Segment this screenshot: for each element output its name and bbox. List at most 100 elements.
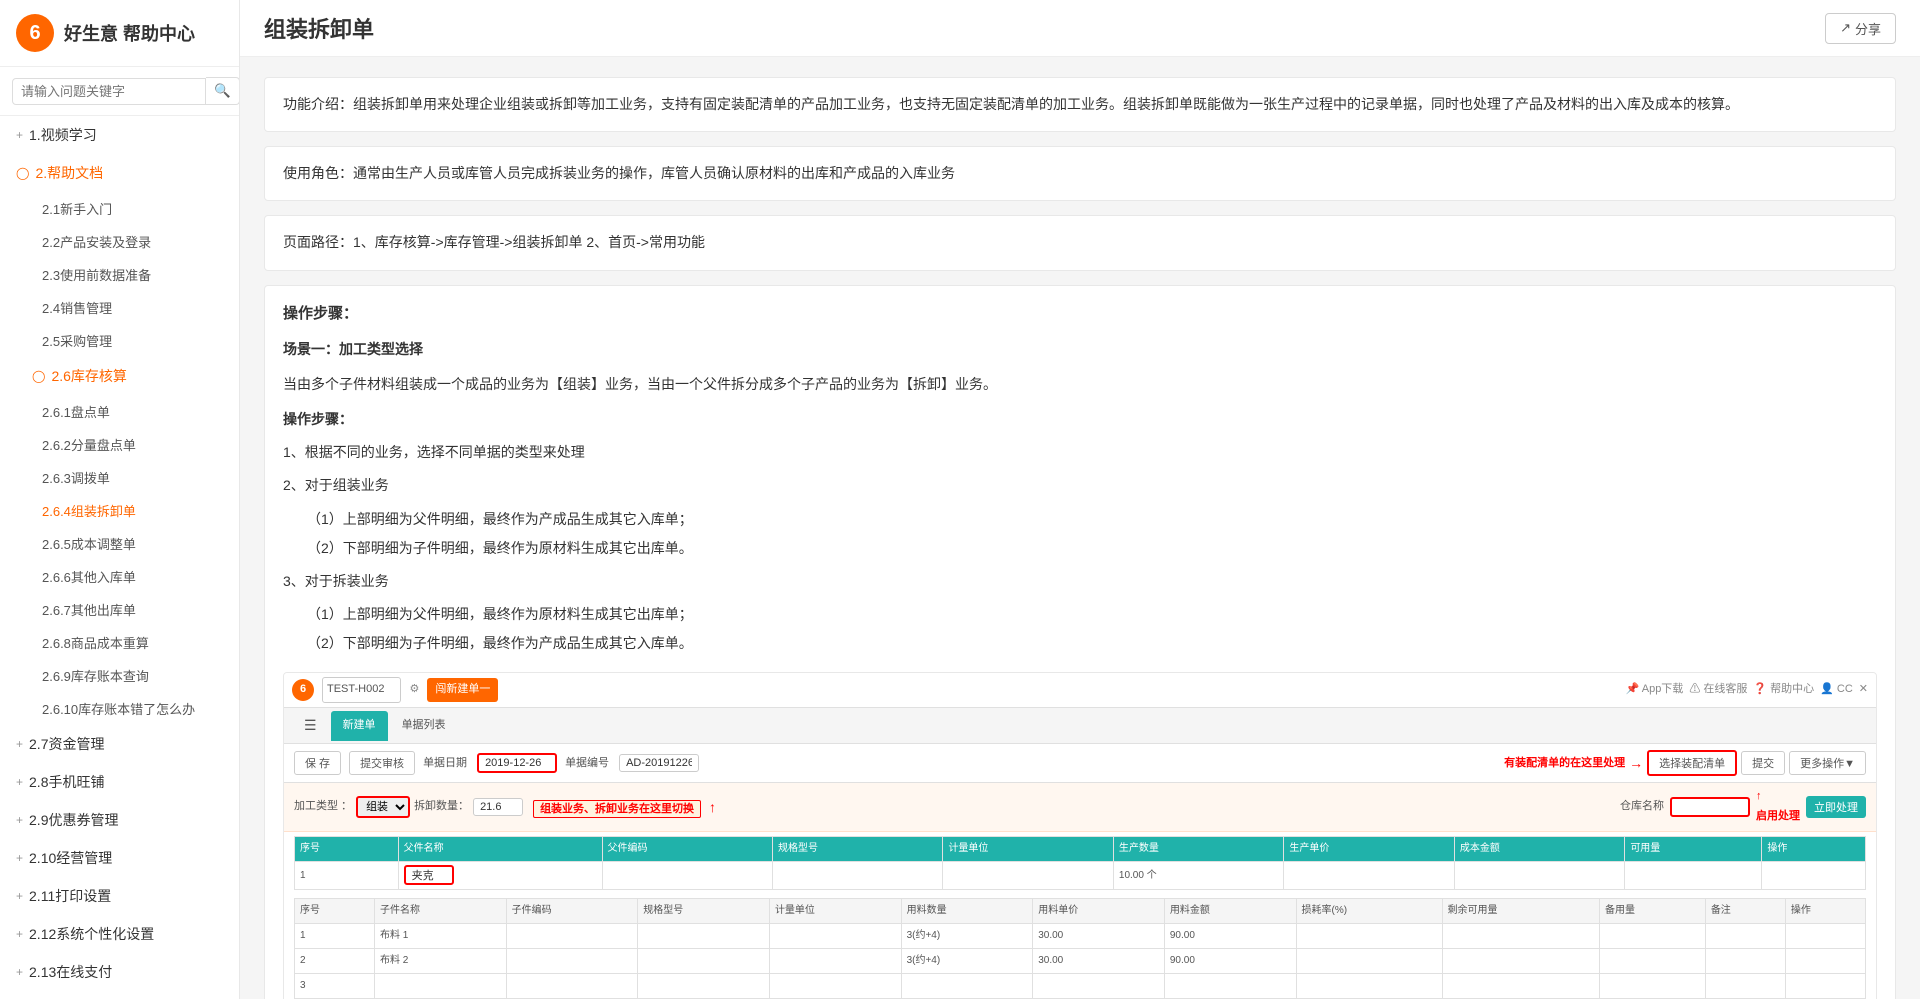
mock-sidebar-icon[interactable]: ☰ [292,708,329,743]
sidebar-item-2-6-10[interactable]: 2.6.10库存账本错了怎么办 [0,692,239,725]
sidebar-item-2-6[interactable]: ◯ 2.6库存核算 [0,357,239,395]
mock-select-bom-btn[interactable]: 选择装配清单 [1647,750,1737,776]
mock-upper-td-avail [1625,862,1762,890]
mock-qty-input[interactable] [473,798,523,816]
mock-lower-th-loss: 损耗率(%) [1296,899,1442,924]
main-content: 组装拆卸单 ↗ 分享 功能介绍：组装拆卸单用来处理企业组装或拆卸等加工业务，支持… [240,0,1920,999]
mock-annotation-mid: 组装业务、拆卸业务在这里切换 [533,800,701,818]
sidebar-item-2-2[interactable]: 2.2产品安装及登录 [0,225,239,258]
mock-btn-save[interactable]: 保 存 [294,751,341,775]
table-row: 2 布料 2 3(约+4) 30.00 90.00 [295,949,1866,974]
logo-icon: 6 [16,14,54,52]
sidebar-item-2-3[interactable]: 2.3使用前数据准备 [0,258,239,291]
mock-warehouse-label: 仓库名称 [1620,797,1664,817]
mock-billno-input[interactable] [619,754,699,772]
mock-confirm-btn[interactable]: 立即处理 [1806,796,1866,818]
mock-arrow-right: → [1629,751,1643,776]
search-button[interactable]: 🔍 [206,77,240,105]
mock-upper-th-code: 父件编码 [602,837,772,862]
mock-company-select[interactable]: TEST-H002 [322,677,401,703]
mock-lower-th-name: 子件名称 [375,899,507,924]
intro-block-1: 功能介绍：组装拆卸单用来处理企业组装或拆卸等加工业务，支持有固定装配清单的产品加… [264,77,1896,132]
logo-area: 6 好生意 帮助中心 [0,0,239,67]
mock-annotation-top: 有装配清单的在这里处理 [1504,754,1625,774]
mock-date-label: 单据日期 [423,754,467,774]
share-button[interactable]: ↗ 分享 [1825,13,1896,44]
mock-billno-label: 单据编号 [565,754,609,774]
sidebar-item-2-12[interactable]: + 2.12系统个性化设置 [0,915,239,953]
mock-upper-td-qty: 10.00 个 [1113,862,1283,890]
expand-icon-docs: ◯ [16,166,29,180]
mock-upper-th-no: 序号 [295,837,399,862]
sidebar-item-2-1[interactable]: 2.1新手入门 [0,192,239,225]
sidebar-item-2-6-2[interactable]: 2.6.2分量盘点单 [0,428,239,461]
mock-more-btn[interactable]: 更多操作▼ [1789,751,1866,775]
mock-tab-list[interactable]: 单据列表 [390,711,458,741]
mock-upper-th-avail: 可用量 [1625,837,1762,862]
mock-date-input[interactable] [477,753,557,773]
mock-lower-th-remark: 备注 [1705,899,1785,924]
search-input[interactable] [12,78,206,105]
expand-icon-2-7: + [16,737,23,751]
expand-icon-video: + [16,128,23,142]
sidebar-item-2-6-label: 2.6库存核算 [51,366,126,386]
step2-sub1: （1）上部明细为父件明细，最终作为产成品生成其它入库单； [307,507,1877,532]
sidebar-item-2-6-3[interactable]: 2.6.3调拨单 [0,461,239,494]
sidebar-item-2-10-label: 2.10经营管理 [29,848,112,868]
sidebar-item-2-6-5[interactable]: 2.6.5成本调整单 [0,527,239,560]
expand-icon-2-6: ◯ [32,369,45,383]
search-icon: 🔍 [214,83,231,98]
mock-annotation-mid-container: 组装业务、拆卸业务在这里切换 ↑ [533,795,716,820]
mock-orange-btn[interactable]: 闯新建单一 [427,678,498,702]
mock-submit-btn2[interactable]: 提交 [1741,751,1785,775]
sidebar-item-2-13[interactable]: + 2.13在线支付 [0,953,239,991]
step1: 1、根据不同的业务，选择不同单据的类型来处理 [283,440,1877,465]
mock-upper-th-op: 操作 [1762,837,1866,862]
scene1-desc: 当由多个子件材料组装成一个成品的业务为【组装】业务，当由一个父件拆分成多个子产品… [283,372,1877,397]
sidebar-item-2-11[interactable]: + 2.11打印设置 [0,877,239,915]
sidebar-item-2-6-4[interactable]: 2.6.4组装拆卸单 [0,494,239,527]
mock-lower-table: 序号 子件名称 子件编码 规格型号 计量单位 用料数量 用料单价 用料金额 损耗… [294,898,1866,999]
sidebar-item-2-8[interactable]: + 2.8手机旺铺 [0,763,239,801]
mock-right-process: 仓库名称 ↑启用处理 立即处理 [1620,787,1866,827]
mock-nav-icon-2: ⚠ 在线客服 [1689,680,1747,700]
mock-warehouse-input[interactable] [1670,797,1750,817]
sidebar-item-2-13-label: 2.13在线支付 [29,962,112,982]
sidebar-item-video[interactable]: + 1.视频学习 [0,116,239,154]
mock-process-type-label2: 拆卸数量： [414,797,469,817]
sidebar-item-2-4[interactable]: 2.4销售管理 [0,291,239,324]
sidebar-item-2-5[interactable]: 2.5采购管理 [0,324,239,357]
sidebar-item-2-7[interactable]: + 2.7资金管理 [0,725,239,763]
mock-form-row-date: 单据日期 [423,753,557,773]
mock-close-icon[interactable]: ✕ [1859,680,1868,700]
mock-lower-th-avail: 剩余可用量 [1442,899,1599,924]
sidebar-item-2-14[interactable]: + 2.14常见问题 [0,991,239,999]
sidebar-item-2-9[interactable]: + 2.9优惠券管理 [0,801,239,839]
path-text: 页面路径：1、库存核算->库存管理->组装拆卸单 2、首页->常用功能 [283,234,705,250]
sidebar-item-2-8-label: 2.8手机旺铺 [29,772,104,792]
mock-upper-td-unit [943,862,1113,890]
sidebar-item-docs[interactable]: ◯ 2.帮助文档 [0,154,239,192]
sidebar-item-2-6-9[interactable]: 2.6.9库存账本查询 [0,659,239,692]
intro-block-2: 使用角色：通常由生产人员或库管人员完成拆装业务的操作，库管人员确认原材料的出库和… [264,146,1896,201]
sidebar-item-2-6-7[interactable]: 2.6.7其他出库单 [0,593,239,626]
mock-type-label: 加工类型 ： [294,797,352,817]
sidebar-item-2-6-6[interactable]: 2.6.6其他入库单 [0,560,239,593]
sidebar-item-2-10[interactable]: + 2.10经营管理 [0,839,239,877]
mock-type-row: 加工类型 ： 组装 拆卸 拆卸数量： 组装业务、拆卸业务在这里切换 ↑ [284,783,1876,832]
mock-lower-th-amount: 用料金额 [1164,899,1296,924]
path-block: 页面路径：1、库存核算->库存管理->组装拆卸单 2、首页->常用功能 [264,215,1896,270]
mock-tab-bar: ☰ 新建单 单据列表 [284,708,1876,744]
mock-upper-th-unit: 计量单位 [943,837,1113,862]
step2-sub2: （2）下部明细为子件明细，最终作为原材料生成其它出库单。 [307,536,1877,561]
mock-upper-th-qty: 生产数量 [1113,837,1283,862]
sidebar-item-2-6-8[interactable]: 2.6.8商品成本重算 [0,626,239,659]
table-row: 1 10.00 个 [295,862,1866,890]
mock-nav-icons: 📌 App下载 ⚠ 在线客服 ❓ 帮助中心 👤 CC ✕ [1626,680,1868,700]
mock-type-select[interactable]: 组装 拆卸 [356,796,410,818]
mock-tab-new[interactable]: 新建单 [331,711,388,741]
sidebar-item-2-6-1[interactable]: 2.6.1盘点单 [0,395,239,428]
mock-item-name-input[interactable] [404,865,454,885]
mock-btn-submit[interactable]: 提交审核 [349,751,415,775]
mock-settings-link[interactable]: ⚙ [409,680,419,700]
